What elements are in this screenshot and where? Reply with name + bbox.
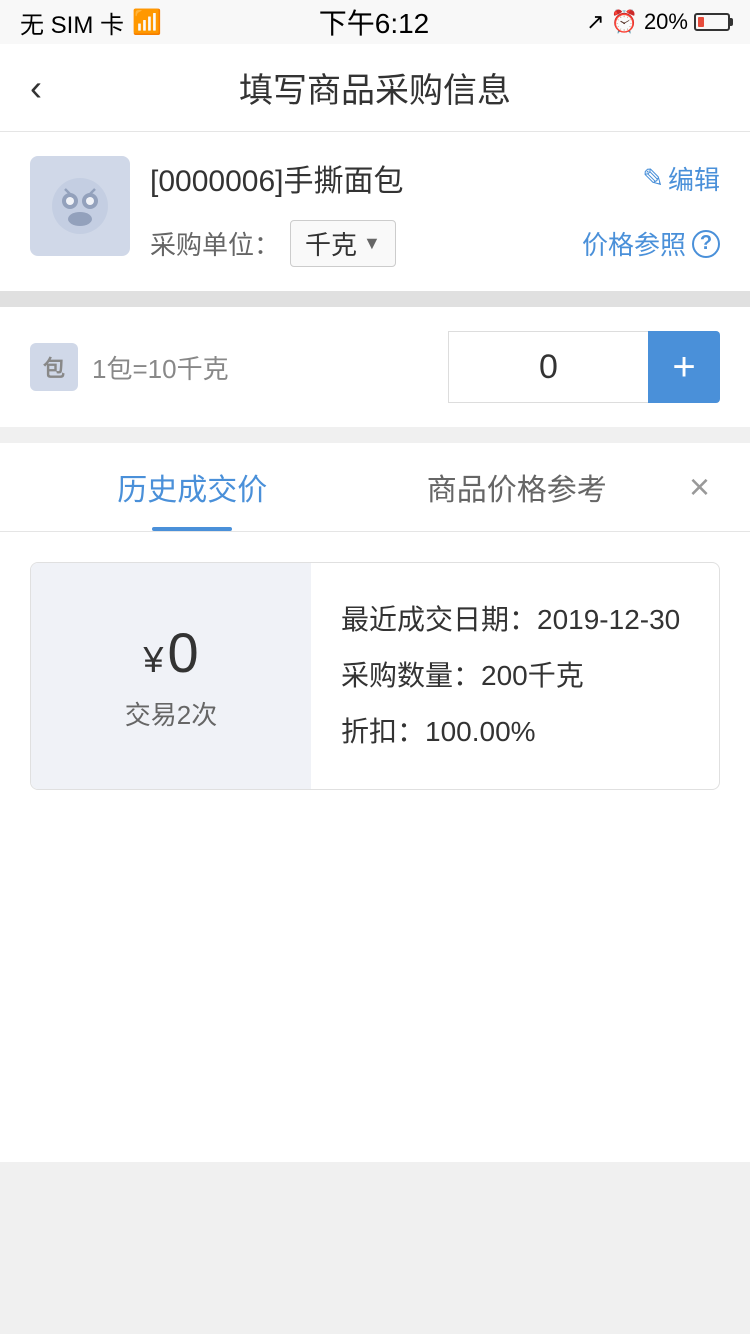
location-icon: ↗ xyxy=(586,9,604,35)
price-ref-button[interactable]: 价格参照 ? xyxy=(582,225,720,262)
edit-icon: ✎ xyxy=(642,163,664,194)
latest-date-value: 2019-12-30 xyxy=(537,604,680,635)
tab-panel: 历史成交价 商品价格参考 × ¥0 交易2次 最近成交日期：2019-12-30… xyxy=(0,443,750,1162)
product-name: [0000006]手撕面包 xyxy=(150,156,403,200)
section-divider xyxy=(0,291,750,307)
price-ref-info-icon: ? xyxy=(692,230,720,258)
currency-symbol: ¥ xyxy=(143,639,163,680)
history-price-card: ¥0 交易2次 最近成交日期：2019-12-30 采购数量：200千克 折扣：… xyxy=(30,562,720,790)
back-button[interactable]: ‹ xyxy=(30,67,90,109)
edit-label: 编辑 xyxy=(668,160,720,197)
history-card-right: 最近成交日期：2019-12-30 采购数量：200千克 折扣：100.00% xyxy=(311,563,719,789)
unit-value: 千克 xyxy=(305,225,357,262)
nav-bar: ‹ 填写商品采购信息 xyxy=(0,44,750,132)
product-unit-row: 采购单位： 千克 ▼ 价格参照 ? xyxy=(150,220,720,267)
product-header: [0000006]手撕面包 ✎ 编辑 采购单位： 千克 ▼ 价格参照 ? xyxy=(30,156,720,267)
status-left: 无 SIM 卡 📶 xyxy=(20,5,162,40)
unit-select[interactable]: 千克 ▼ xyxy=(290,220,396,267)
product-info: [0000006]手撕面包 ✎ 编辑 采购单位： 千克 ▼ 价格参照 ? xyxy=(150,156,720,267)
latest-date-label: 最近成交日期： xyxy=(341,604,537,635)
tab-header: 历史成交价 商品价格参考 × xyxy=(0,443,750,532)
quantity-unit-icon: 包 xyxy=(30,343,78,391)
price-number: 0 xyxy=(167,621,198,684)
quantity-label: 包 1包=10千克 xyxy=(30,343,229,391)
close-button[interactable]: × xyxy=(679,466,720,508)
edit-button[interactable]: ✎ 编辑 xyxy=(642,160,720,197)
battery-icon xyxy=(694,13,730,31)
quantity-row: 包 1包=10千克 0 + xyxy=(0,307,750,427)
tab-history-price[interactable]: 历史成交价 xyxy=(30,443,354,531)
purchase-quantity-value: 200千克 xyxy=(481,660,584,691)
sim-text: 无 SIM 卡 xyxy=(20,5,124,40)
discount-value: 100.00% xyxy=(425,716,536,747)
status-bar: 无 SIM 卡 📶 下午6:12 ↗ ⏰ 20% xyxy=(0,0,750,44)
quantity-controls: 0 + xyxy=(448,331,720,403)
unit-prefix: 采购单位： xyxy=(150,225,280,262)
status-time: 下午6:12 xyxy=(319,2,430,42)
quantity-plus-button[interactable]: + xyxy=(648,331,720,403)
page-title: 填写商品采购信息 xyxy=(239,63,511,112)
alarm-icon: ⏰ xyxy=(611,9,638,35)
battery-percent: 20% xyxy=(644,9,688,35)
main-content: ¥0 交易2次 最近成交日期：2019-12-30 采购数量：200千克 折扣：… xyxy=(0,562,750,1162)
purchase-quantity-label: 采购数量： xyxy=(341,660,481,691)
product-thumbnail xyxy=(30,156,130,256)
tab-product-price-ref[interactable]: 商品价格参考 xyxy=(354,443,678,531)
history-card-left: ¥0 交易2次 xyxy=(31,563,311,789)
status-right: ↗ ⏰ 20% xyxy=(586,9,730,35)
unit-label: 采购单位： 千克 ▼ xyxy=(150,220,396,267)
purchase-quantity-row: 采购数量：200千克 xyxy=(341,655,689,697)
quantity-unit-convert: 1包=10千克 xyxy=(92,349,229,386)
latest-date-row: 最近成交日期：2019-12-30 xyxy=(341,599,689,641)
discount-row: 折扣：100.00% xyxy=(341,711,689,753)
trade-count: 交易2次 xyxy=(125,695,217,732)
discount-label: 折扣： xyxy=(341,716,425,747)
tab-active-indicator xyxy=(152,527,232,531)
history-price-value: ¥0 xyxy=(143,620,198,685)
tab-product-price-ref-label: 商品价格参考 xyxy=(427,465,607,509)
chevron-down-icon: ▼ xyxy=(363,233,381,254)
quantity-input[interactable]: 0 xyxy=(448,331,648,403)
tab-history-price-label: 历史成交价 xyxy=(117,465,267,509)
price-ref-label: 价格参照 xyxy=(582,225,686,262)
product-title-row: [0000006]手撕面包 ✎ 编辑 xyxy=(150,156,720,200)
wifi-icon: 📶 xyxy=(132,8,162,37)
product-card: [0000006]手撕面包 ✎ 编辑 采购单位： 千克 ▼ 价格参照 ? xyxy=(0,132,750,291)
